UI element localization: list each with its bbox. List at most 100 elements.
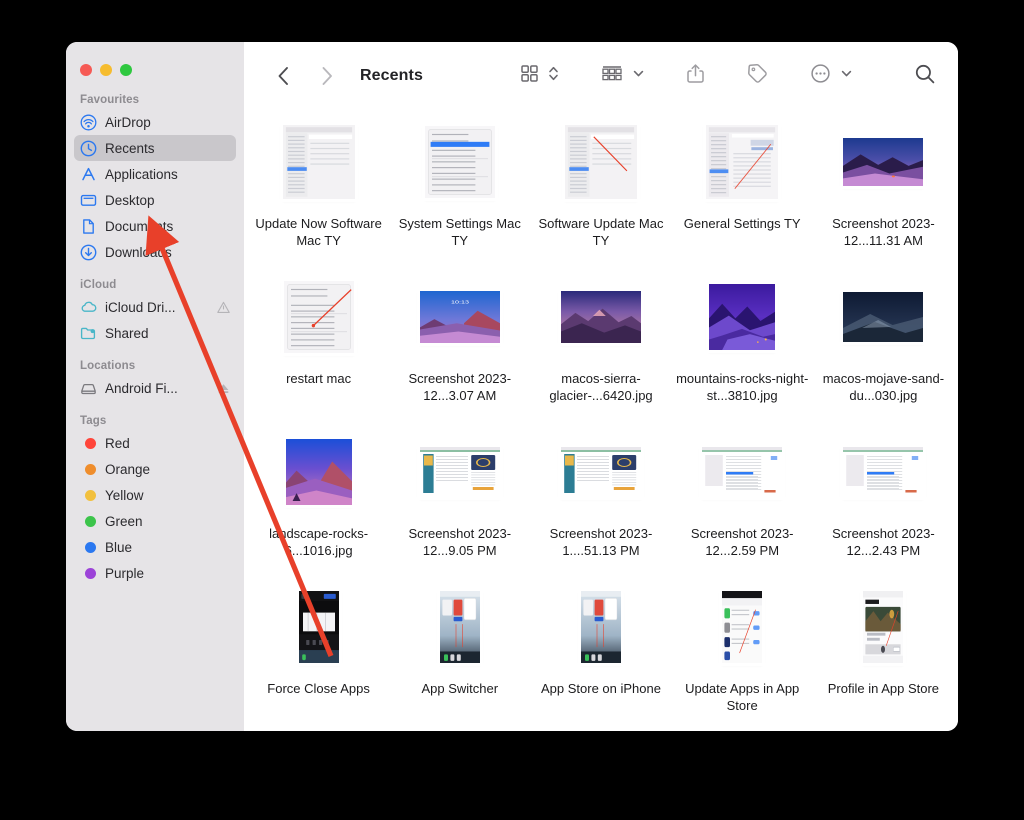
sidebar-item-airdrop[interactable]: AirDrop bbox=[74, 109, 236, 135]
sidebar-section-icloud: iCloud iCloud Dri... Shared bbox=[66, 279, 244, 346]
sidebar-item-applications[interactable]: Applications bbox=[74, 161, 236, 187]
tag-button[interactable] bbox=[743, 61, 772, 91]
file-item[interactable]: System Settings Mac TY bbox=[389, 110, 530, 265]
file-item[interactable]: macos-sierra-glacier-...6420.jpg bbox=[530, 265, 671, 420]
tag-dot bbox=[80, 461, 97, 478]
tag-dot bbox=[80, 487, 97, 504]
file-thumbnail[interactable] bbox=[419, 428, 500, 516]
file-thumbnail[interactable] bbox=[580, 583, 621, 671]
share-button[interactable] bbox=[682, 61, 709, 91]
file-thumbnail[interactable] bbox=[706, 118, 779, 206]
file-item[interactable]: Screenshot 2023-12...2.43 PM bbox=[813, 420, 954, 575]
zoom-button[interactable] bbox=[120, 64, 132, 76]
screen: Favourites AirDrop Recents Applications … bbox=[0, 0, 1024, 820]
sidebar-section-title: Locations bbox=[80, 360, 136, 372]
file-thumbnail[interactable] bbox=[564, 118, 637, 206]
file-thumbnail[interactable] bbox=[863, 583, 904, 671]
sidebar-item-documents[interactable]: Documents bbox=[74, 213, 236, 239]
file-item[interactable]: restart mac bbox=[248, 265, 389, 420]
file-thumbnail[interactable] bbox=[439, 583, 480, 671]
main-pane: Recents Update Now Software Mac TY Syste… bbox=[244, 42, 958, 731]
file-thumbnail[interactable]: 10:13 bbox=[419, 273, 500, 361]
file-label: System Settings Mac TY bbox=[398, 216, 521, 248]
back-button[interactable] bbox=[268, 61, 298, 91]
forward-button[interactable] bbox=[312, 61, 342, 91]
sidebar-item-yellow[interactable]: Yellow bbox=[74, 482, 236, 508]
sidebar-item-recents[interactable]: Recents bbox=[74, 135, 236, 161]
file-item[interactable]: Update Apps in App Store bbox=[672, 575, 813, 730]
file-item[interactable]: Screenshot 2023-1....51.13 PM bbox=[530, 420, 671, 575]
file-item[interactable]: General Settings TY bbox=[672, 110, 813, 265]
page-title: Recents bbox=[360, 67, 423, 84]
disk-icon bbox=[80, 380, 97, 397]
file-thumbnail[interactable] bbox=[298, 583, 339, 671]
finder-window: Favourites AirDrop Recents Applications … bbox=[66, 42, 958, 731]
file-label: General Settings TY bbox=[683, 216, 801, 231]
minimize-button[interactable] bbox=[100, 64, 112, 76]
file-thumbnail[interactable] bbox=[843, 273, 924, 361]
sidebar-item-orange[interactable]: Orange bbox=[74, 456, 236, 482]
file-thumbnail[interactable] bbox=[560, 273, 641, 361]
toolbar: Recents bbox=[244, 42, 958, 110]
sidebar-item-green[interactable]: Green bbox=[74, 508, 236, 534]
airdrop-icon bbox=[80, 114, 97, 131]
file-thumbnail[interactable] bbox=[283, 273, 354, 361]
close-button[interactable] bbox=[80, 64, 92, 76]
file-item[interactable]: 10:13 Screenshot 2023-12...3.07 AM bbox=[389, 265, 530, 420]
cloud-icon bbox=[80, 299, 97, 316]
file-item[interactable]: App Store on iPhone bbox=[530, 575, 671, 730]
file-thumbnail[interactable] bbox=[843, 118, 924, 206]
view-mode-button[interactable] bbox=[516, 61, 563, 91]
more-actions-button[interactable] bbox=[806, 61, 856, 91]
sidebar-item-downloads[interactable]: Downloads bbox=[74, 239, 236, 265]
sidebar-item-shared[interactable]: Shared bbox=[74, 320, 236, 346]
eject-icon[interactable] bbox=[216, 382, 230, 395]
file-item[interactable]: App Switcher bbox=[389, 575, 530, 730]
file-item[interactable]: Screenshot 2023-12...2.59 PM bbox=[672, 420, 813, 575]
file-item[interactable]: Software Update Mac TY bbox=[530, 110, 671, 265]
file-item[interactable]: Force Close Apps bbox=[248, 575, 389, 730]
grid-view-icon bbox=[520, 64, 539, 88]
file-label: Update Now Software Mac TY bbox=[255, 216, 382, 248]
file-item[interactable]: Update Now Software Mac TY bbox=[248, 110, 389, 265]
sidebar-item-android-fi[interactable]: Android Fi... bbox=[74, 375, 236, 401]
chevron-down-icon bbox=[633, 64, 644, 88]
sidebar-item-desktop[interactable]: Desktop bbox=[74, 187, 236, 213]
file-label: Force Close Apps bbox=[267, 681, 370, 696]
file-thumbnail[interactable] bbox=[285, 428, 352, 516]
file-label: Screenshot 2023-12...2.59 PM bbox=[690, 526, 794, 558]
file-label: Screenshot 2023-12...3.07 AM bbox=[408, 371, 512, 403]
file-grid: Update Now Software Mac TY System Settin… bbox=[244, 110, 958, 731]
file-thumbnail[interactable] bbox=[282, 118, 355, 206]
file-thumbnail[interactable] bbox=[560, 428, 641, 516]
sidebar-item-purple[interactable]: Purple bbox=[74, 560, 236, 586]
svg-text:10:13: 10:13 bbox=[451, 300, 470, 305]
file-thumbnail[interactable] bbox=[843, 428, 924, 516]
file-thumbnail[interactable] bbox=[424, 118, 495, 206]
file-item[interactable]: macos-mojave-sand-du...030.jpg bbox=[813, 265, 954, 420]
group-by-button[interactable] bbox=[597, 61, 648, 91]
sidebar-item-red[interactable]: Red bbox=[74, 430, 236, 456]
file-item[interactable]: landscape-rocks-6...1016.jpg bbox=[248, 420, 389, 575]
file-label: restart mac bbox=[286, 371, 352, 386]
warning-icon[interactable] bbox=[216, 301, 230, 314]
file-item[interactable]: Screenshot 2023-12...11.31 AM bbox=[813, 110, 954, 265]
sidebar-item-icloud-dri[interactable]: iCloud Dri... bbox=[74, 294, 236, 320]
file-thumbnail[interactable] bbox=[702, 428, 783, 516]
sidebar-item-label: Android Fi... bbox=[105, 380, 178, 396]
file-thumbnail[interactable] bbox=[722, 583, 763, 671]
sidebar-item-label: Yellow bbox=[105, 487, 144, 503]
file-label: Profile in App Store bbox=[827, 681, 940, 696]
file-label: macos-sierra-glacier-...6420.jpg bbox=[549, 371, 653, 403]
sidebar-section-title: iCloud bbox=[80, 279, 117, 291]
file-label: macos-mojave-sand-du...030.jpg bbox=[822, 371, 945, 403]
sidebar-section-title: Tags bbox=[80, 415, 107, 427]
sidebar-item-blue[interactable]: Blue bbox=[74, 534, 236, 560]
search-button[interactable] bbox=[910, 61, 940, 91]
file-label: Screenshot 2023-1....51.13 PM bbox=[549, 526, 653, 558]
file-item[interactable]: mountains-rocks-night-st...3810.jpg bbox=[672, 265, 813, 420]
share-icon bbox=[686, 63, 705, 89]
file-item[interactable]: Screenshot 2023-12...9.05 PM bbox=[389, 420, 530, 575]
file-thumbnail[interactable] bbox=[709, 273, 776, 361]
file-item[interactable]: Profile in App Store bbox=[813, 575, 954, 730]
